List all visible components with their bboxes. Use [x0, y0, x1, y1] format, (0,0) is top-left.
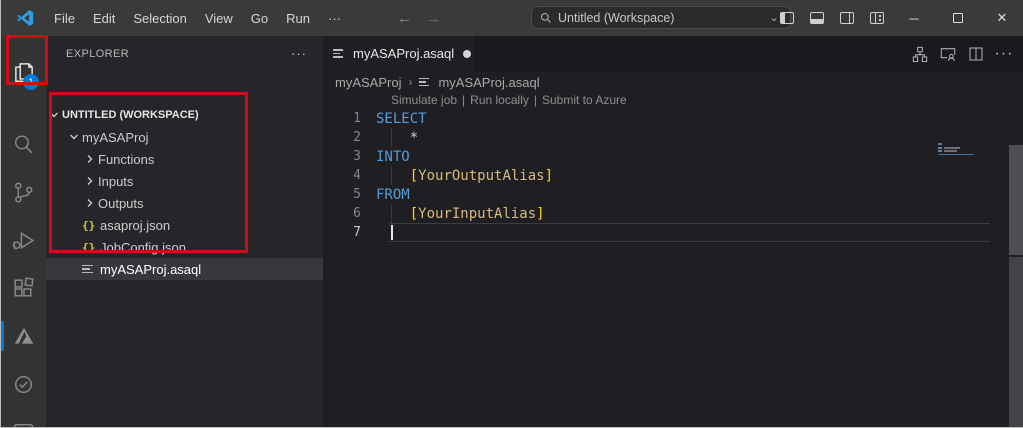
- tab-label: myASAProj.asaql: [353, 46, 455, 61]
- minimap[interactable]: [938, 143, 974, 155]
- asaql-file-icon: [419, 77, 433, 87]
- asaql-file-icon: [333, 49, 347, 58]
- search-icon: [540, 12, 551, 23]
- line-number: 1: [353, 111, 361, 126]
- identifier-token: YourOutputAlias: [418, 167, 545, 184]
- menu-run[interactable]: Run: [277, 7, 319, 30]
- maximize-icon[interactable]: [936, 0, 980, 36]
- keyword-token: FROM: [376, 186, 410, 203]
- title-bar: File Edit Selection View Go Run ··· ← → …: [1, 0, 1023, 36]
- code-line-3: 3 INTO: [323, 147, 1023, 166]
- breadcrumb-file[interactable]: myASAProj.asaql: [438, 75, 539, 90]
- command-center-label: Untitled (Workspace): [558, 10, 675, 25]
- toggle-secondary-sidebar-icon[interactable]: [832, 0, 862, 36]
- menu-view[interactable]: View: [196, 7, 242, 30]
- minimize-icon[interactable]: ─: [892, 0, 936, 36]
- editor-group: myASAProj.asaql ··· myASAProj › myASAPro…: [323, 36, 1023, 427]
- search-view-icon[interactable]: [1, 120, 46, 168]
- menu-overflow-icon[interactable]: ···: [319, 7, 350, 30]
- codelens-simulate-job[interactable]: Simulate job: [391, 93, 457, 109]
- bracket-token: ]: [536, 205, 545, 222]
- vertical-scrollbar[interactable]: [1009, 145, 1023, 427]
- code-line-7: 7: [323, 223, 1023, 242]
- active-view-indicator: [1, 321, 4, 351]
- code-token: *: [376, 129, 419, 146]
- scrollbar-track: [1009, 257, 1023, 427]
- line-number: 4: [353, 168, 361, 183]
- identifier-token: YourInputAlias: [418, 205, 537, 222]
- extensions-icon[interactable]: [1, 264, 46, 312]
- nav-forward-icon[interactable]: →: [426, 10, 441, 27]
- line-number: 5: [353, 187, 361, 202]
- bracket-token: [: [409, 205, 419, 222]
- line-number: 3: [353, 149, 361, 164]
- asaql-file-icon: [82, 264, 100, 274]
- menu-edit[interactable]: Edit: [84, 7, 124, 30]
- tree-item-label: myASAProj.asaql: [100, 261, 202, 277]
- line-number: 2: [353, 130, 361, 145]
- breadcrumb-separator: ›: [408, 75, 413, 89]
- line-number: 7: [353, 225, 361, 240]
- code-area[interactable]: Simulate job | Run locally | Submit to A…: [323, 93, 1023, 427]
- scrollbar-slider[interactable]: [1009, 145, 1023, 255]
- codelens-submit-to-azure[interactable]: Submit to Azure: [542, 93, 627, 109]
- azure-icon[interactable]: [1, 312, 46, 360]
- customize-layout-icon[interactable]: [862, 0, 892, 36]
- code-line-4: 4 [YourOutputAlias]: [323, 166, 1023, 185]
- tab-myasaproj-asaql[interactable]: myASAProj.asaql: [323, 36, 476, 71]
- explorer-title: EXPLORER: [66, 47, 130, 60]
- vscode-window: File Edit Selection View Go Run ··· ← → …: [0, 0, 1023, 428]
- annotation-box-explorer-icon: [6, 35, 48, 85]
- dirty-indicator-icon[interactable]: [463, 49, 472, 58]
- activity-bar: 1: [1, 36, 46, 427]
- codelens-run-locally[interactable]: Run locally: [470, 93, 529, 109]
- codelens-separator: |: [533, 93, 537, 107]
- code-line-6: 6 [YourInputAlias]: [323, 204, 1023, 223]
- line-number: 6: [353, 206, 361, 221]
- breadcrumb-project[interactable]: myASAProj: [335, 75, 401, 90]
- indent-guide: [391, 128, 392, 147]
- code-line-2: 2 *: [323, 128, 1023, 147]
- nav-back-icon[interactable]: ←: [397, 10, 412, 27]
- tree-item-myasaproj-asaql[interactable]: myASAProj.asaql: [46, 258, 323, 280]
- menu-selection[interactable]: Selection: [124, 7, 195, 30]
- split-editor-icon[interactable]: [962, 40, 990, 68]
- job-diagram-icon[interactable]: [906, 40, 934, 68]
- testing-icon[interactable]: [1, 360, 46, 408]
- keyword-token: SELECT: [376, 110, 427, 127]
- explorer-more-actions-icon[interactable]: ···: [291, 46, 307, 61]
- codelens-bar: Simulate job | Run locally | Submit to A…: [391, 93, 627, 109]
- code-line-1: 1 SELECT: [323, 109, 1023, 128]
- indent-guide: [391, 166, 392, 185]
- open-preview-icon[interactable]: [934, 40, 962, 68]
- toggle-panel-icon[interactable]: [802, 0, 832, 36]
- tab-bar: myASAProj.asaql ···: [323, 36, 1023, 71]
- indent-token: [376, 206, 410, 222]
- menu-go[interactable]: Go: [242, 7, 277, 30]
- vscode-logo-icon: [16, 10, 34, 26]
- bracket-token: ]: [544, 167, 554, 184]
- more-actions-icon[interactable]: ···: [990, 40, 1018, 68]
- annotation-box-project-tree: [49, 92, 248, 253]
- keyword-token: INTO: [376, 148, 410, 165]
- run-and-debug-icon[interactable]: [1, 216, 46, 264]
- codelens-separator: |: [462, 93, 466, 107]
- text-cursor: [391, 225, 393, 240]
- code-line-5: 5 FROM: [323, 185, 1023, 204]
- indent-guide: [391, 204, 392, 223]
- bracket-token: [: [409, 167, 419, 184]
- close-icon[interactable]: ✕: [980, 0, 1023, 36]
- minimap-current-line: [938, 153, 974, 155]
- menu-file[interactable]: File: [45, 7, 84, 30]
- toggle-primary-sidebar-icon[interactable]: [772, 0, 802, 36]
- breadcrumb: myASAProj › myASAProj.asaql: [323, 71, 1023, 93]
- command-center-search[interactable]: Untitled (Workspace) ⌄: [531, 6, 791, 29]
- indent-token: [376, 168, 410, 184]
- terminal-icon[interactable]: [1, 408, 46, 427]
- source-control-icon[interactable]: [1, 168, 46, 216]
